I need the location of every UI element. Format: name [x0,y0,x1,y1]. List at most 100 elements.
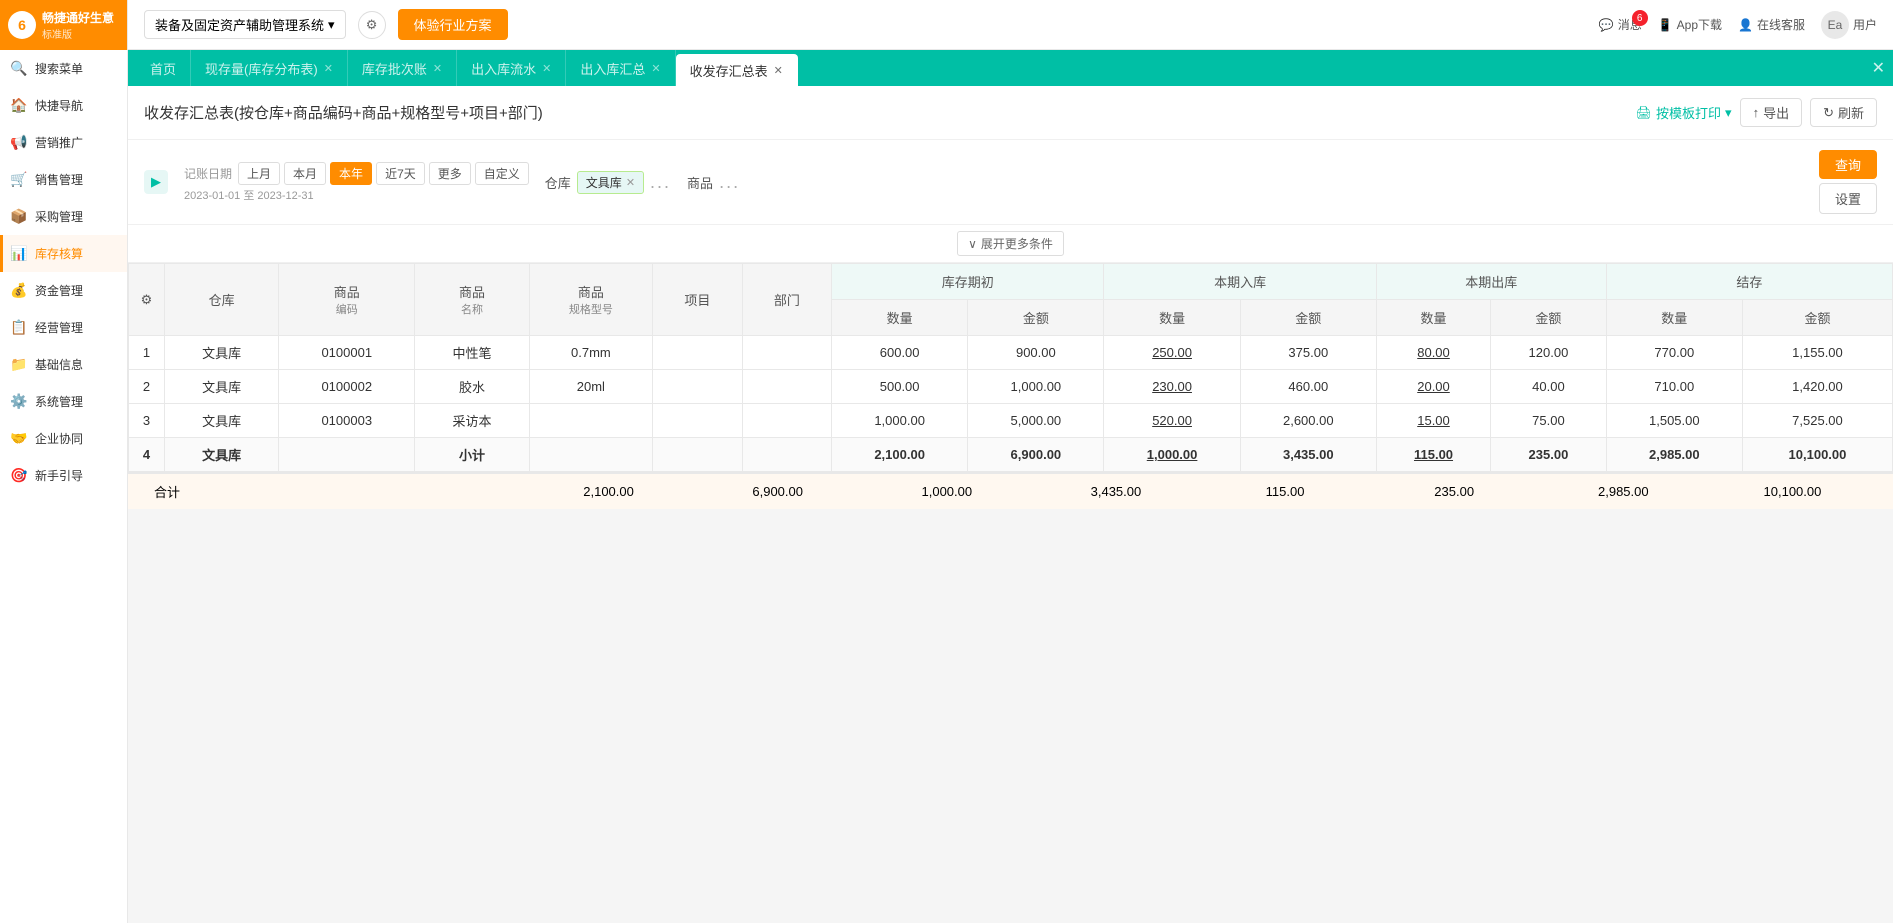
tab-close-icon[interactable]: ✕ [774,64,783,77]
app-download-action[interactable]: 📱 App下载 [1658,16,1722,33]
row-in-amt: 375.00 [1240,336,1376,370]
trial-btn[interactable]: 体验行业方案 [398,9,508,40]
tab-close-icon[interactable]: ✕ [433,62,442,75]
row-dept [742,336,831,370]
app-logo: 6 畅捷通好生意 标准版 [0,0,127,50]
tab-首页[interactable]: 首页 [136,50,191,86]
row-warehouse: 文具库 [165,370,279,404]
row-out-qty[interactable]: 20.00 [1376,370,1490,404]
goods-more-icon[interactable]: ... [719,172,740,193]
row-out-qty[interactable]: 15.00 [1376,404,1490,438]
tab-label: 出入库汇总 [580,59,645,78]
sidebar-item-basic[interactable]: 📁 基础信息 [0,346,127,383]
sidebar-item-purchase[interactable]: 📦采购管理 [0,198,127,235]
tab-库存批次账[interactable]: 库存批次账 ✕ [348,50,457,86]
tab-close-icon[interactable]: ✕ [651,62,660,75]
system-selector[interactable]: 装备及固定资产辅助管理系统 ▾ [144,10,346,39]
warehouse-more-icon[interactable]: ... [650,172,671,193]
refresh-icon: ↻ [1823,105,1834,121]
date-btn-近7天[interactable]: 近7天 [376,162,425,185]
sidebar-item-system[interactable]: ⚙️系统管理 [0,383,127,420]
topbar-actions: 💬 消息 6 📱 App下载 👤 在线客服 Ea 用户 [1599,11,1877,39]
query-btn[interactable]: 查询 [1819,150,1877,179]
cooperation-icon: 🤝 [11,431,27,447]
quick-nav-icon: 🏠 [11,98,27,114]
page-panel: 收发存汇总表(按仓库+商品编码+商品+规格型号+项目+部门) 🖨 按模板打印 ▾… [128,86,1893,509]
sidebar-item-sales[interactable]: 🛒销售管理 [0,161,127,198]
user-action[interactable]: Ea 用户 [1821,11,1877,39]
print-btn[interactable]: 🖨 按模板打印 ▾ [1636,103,1732,122]
row-opening-amt: 900.00 [968,336,1104,370]
print-icon: 🖨 [1636,105,1653,121]
sidebar-item-label: 企业协同 [35,430,83,447]
col-in-amt-header: 金额 [1240,300,1376,336]
tab-现存量-库存分布表-[interactable]: 现存量(库存分布表) ✕ [191,50,348,86]
sidebar-item-cooperation[interactable]: 🤝 企业协同 [0,420,127,457]
row-out-qty[interactable]: 80.00 [1376,336,1490,370]
settings-icon[interactable]: ⚙ [358,11,386,39]
row-spec [529,404,653,438]
footer-opening-amt: 6,900.00 [693,484,862,499]
tab-close-icon[interactable]: ✕ [324,62,333,75]
row-dept [742,404,831,438]
sidebar-item-quick-nav[interactable]: 🏠快捷导航 [0,87,127,124]
date-btn-本月[interactable]: 本月 [284,162,326,185]
logo-text: 畅捷通好生意 标准版 [42,9,114,41]
tab-close-icon[interactable]: ✕ [542,62,551,75]
export-btn[interactable]: ↑ 导出 [1740,98,1803,127]
sidebar-item-inventory[interactable]: 📊库存核算 [0,235,127,272]
sidebar-item-operation[interactable]: 📋经营管理 [0,309,127,346]
date-btn-自定义[interactable]: 自定义 [475,162,529,185]
online-service-action[interactable]: 👤 在线客服 [1738,16,1805,33]
sidebar-item-label: 基础信息 [35,356,83,373]
date-btn-本年[interactable]: 本年 [330,162,372,185]
sidebar-item-search[interactable]: 🔍搜索菜单 [0,50,127,87]
row-goods: 小计 [415,438,529,472]
warehouse-filter: 仓库 文具库 ✕ ... [545,171,671,194]
row-opening-amt: 5,000.00 [968,404,1104,438]
topbar: 装备及固定资产辅助管理系统 ▾ ⚙ 体验行业方案 💬 消息 6 📱 App下载 … [128,0,1893,50]
refresh-btn[interactable]: ↻ 刷新 [1810,98,1877,127]
row-in-qty[interactable]: 520.00 [1104,404,1240,438]
col-opening-qty-header: 数量 [832,300,968,336]
sidebar-item-finance[interactable]: 💰资金管理 [0,272,127,309]
message-action[interactable]: 💬 消息 6 [1599,16,1642,33]
logo-title: 畅捷通好生意 [42,9,114,26]
expand-conditions-btn[interactable]: ∨ 展开更多条件 [957,231,1064,256]
row-dept [742,438,831,472]
data-table: ⚙ 仓库 商品编码 商品名称 商品规格型号 项目 部门 库存期初 本期入库 本期… [128,263,1893,472]
col-settings-header[interactable]: ⚙ [129,264,165,336]
date-btn-上月[interactable]: 上月 [238,162,280,185]
logo-icon: 6 [8,11,36,39]
sidebar-item-marketing[interactable]: 📢营销推广 [0,124,127,161]
row-out-amt: 40.00 [1491,370,1607,404]
system-icon: ⚙️ [11,394,27,410]
row-balance-amt: 1,155.00 [1742,336,1892,370]
tab-出入库汇总[interactable]: 出入库汇总 ✕ [566,50,675,86]
goods-label: 商品 [687,173,713,192]
filter-settings-btn[interactable]: 设置 [1819,183,1877,214]
app-download-label: App下载 [1677,16,1722,33]
row-spec [529,438,653,472]
date-btn-更多[interactable]: 更多 [429,162,471,185]
search-icon: 🔍 [11,61,27,77]
row-out-qty[interactable]: 115.00 [1376,438,1490,472]
row-balance-amt: 7,525.00 [1742,404,1892,438]
close-all-icon[interactable]: ✕ [1872,58,1885,78]
sidebar-item-guide[interactable]: 🎯新手引导 [0,457,127,494]
table-footer: 合计 2,100.00 6,900.00 1,000.00 3,435.00 1… [128,472,1893,509]
row-in-qty[interactable]: 230.00 [1104,370,1240,404]
warehouse-tag: 文具库 ✕ [577,171,644,194]
footer-out-amt: 235.00 [1370,484,1539,499]
warehouse-tag-close[interactable]: ✕ [626,176,635,189]
footer-in-amt: 3,435.00 [1031,484,1200,499]
row-in-qty[interactable]: 250.00 [1104,336,1240,370]
table-wrap: ⚙ 仓库 商品编码 商品名称 商品规格型号 项目 部门 库存期初 本期入库 本期… [128,263,1893,472]
basic-icon: 📁 [11,357,27,373]
tab-收发存汇总表[interactable]: 收发存汇总表 ✕ [676,54,798,86]
row-in-qty[interactable]: 1,000.00 [1104,438,1240,472]
filter-toggle-btn[interactable]: ▶ [144,170,168,194]
tab-出入库流水[interactable]: 出入库流水 ✕ [457,50,566,86]
message-icon: 💬 [1599,18,1614,32]
row-spec: 20ml [529,370,653,404]
